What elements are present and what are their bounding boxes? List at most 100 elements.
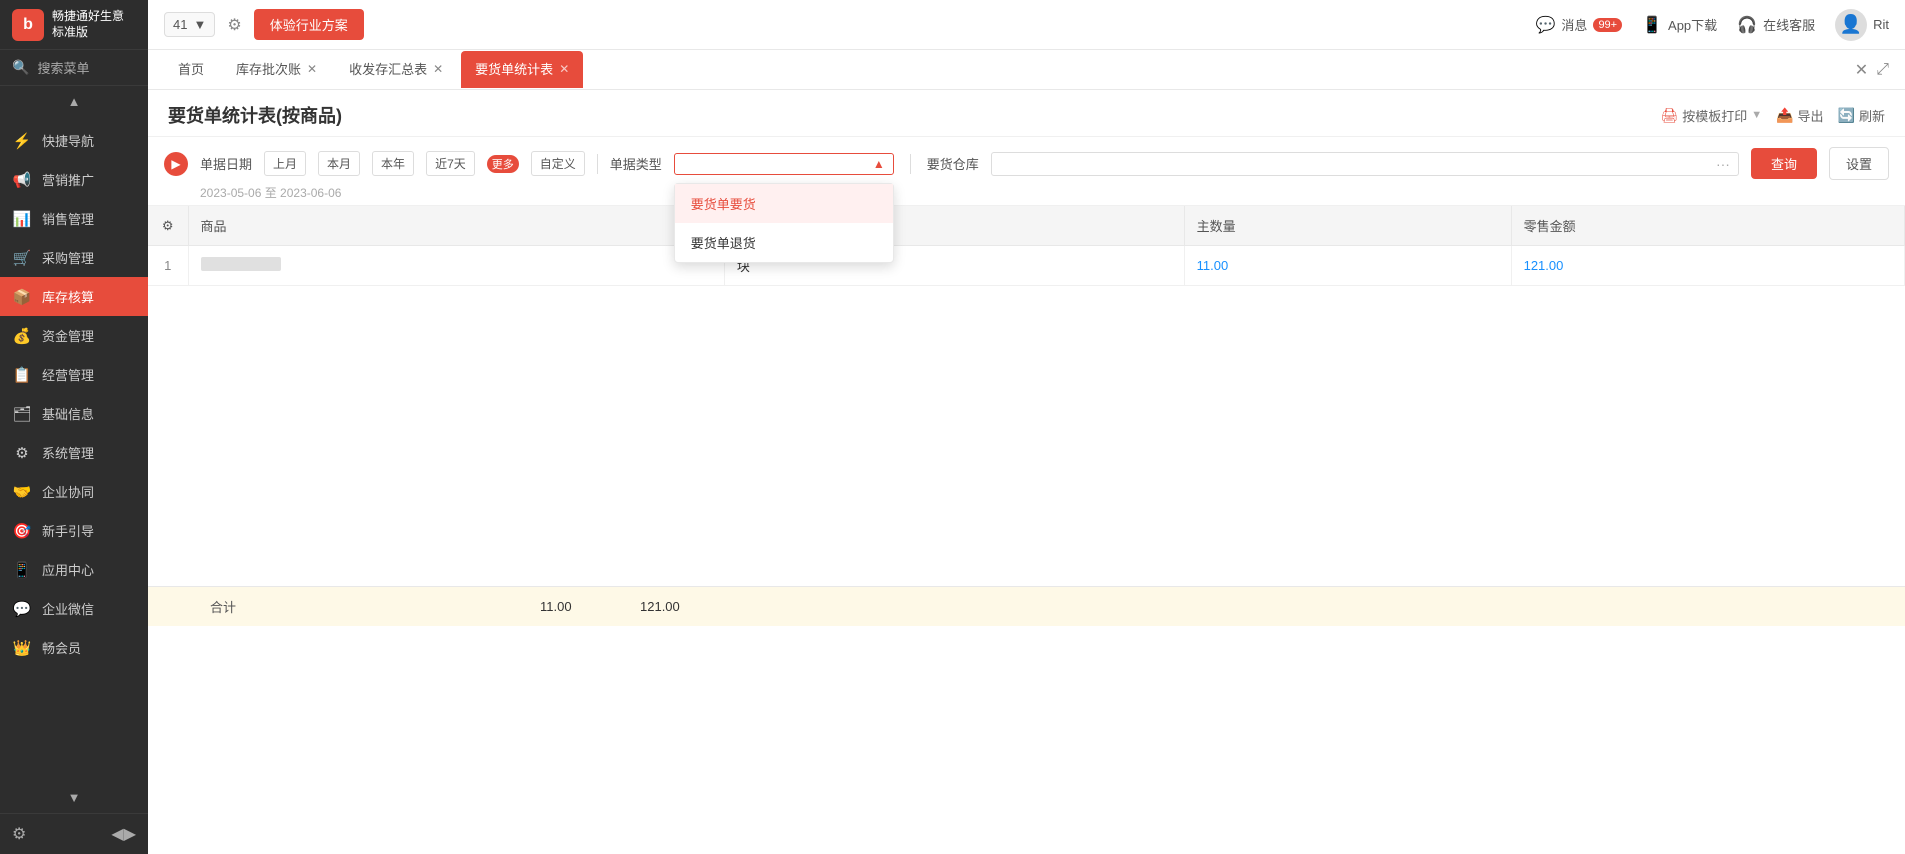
nav-label: 经营管理 xyxy=(42,365,94,384)
sidebar-item-finance[interactable]: 💰 资金管理 xyxy=(0,316,148,355)
date-custom-btn[interactable]: 自定义 xyxy=(531,151,585,176)
search-label: 搜索菜单 xyxy=(37,58,89,77)
system-icon: ⚙ xyxy=(12,444,32,462)
tab-home[interactable]: 首页 xyxy=(164,51,218,88)
date-7days-btn[interactable]: 近7天 xyxy=(426,151,475,176)
filter-divider2 xyxy=(910,154,911,174)
col-settings-icon: ⚙ xyxy=(162,218,174,233)
wechat-icon: 💬 xyxy=(12,600,32,618)
sidebar-search[interactable]: 🔍 搜索菜单 xyxy=(0,50,148,86)
nav-label: 企业微信 xyxy=(42,599,94,618)
company-select-value: 41 xyxy=(173,17,187,32)
sidebar-scroll-down-area: ▼ xyxy=(0,782,148,813)
sidebar-item-inventory[interactable]: 📦 库存核算 xyxy=(0,277,148,316)
tab-order-stats[interactable]: 要货单统计表 ✕ xyxy=(461,51,583,88)
sidebar-item-sales[interactable]: 📊 销售管理 xyxy=(0,199,148,238)
warehouse-filter-input[interactable]: ··· xyxy=(991,152,1739,176)
refresh-action[interactable]: 🔄 刷新 xyxy=(1838,106,1885,125)
inventory-icon: 📦 xyxy=(12,288,32,306)
sidebar-item-basic[interactable]: 🗂 基础信息 xyxy=(0,394,148,433)
sidebar-item-guide[interactable]: 🎯 新手引导 xyxy=(0,511,148,550)
filter-expand-btn[interactable]: ▶ xyxy=(164,152,188,176)
tab-order-close[interactable]: ✕ xyxy=(559,62,569,76)
col-settings-header[interactable]: ⚙ xyxy=(148,206,188,246)
filter-settings-btn[interactable]: 设置 xyxy=(1829,147,1889,180)
date-this-year-btn[interactable]: 本年 xyxy=(372,151,414,176)
close-window-btn[interactable]: ✕ xyxy=(1855,60,1868,80)
sidebar-item-wechat[interactable]: 💬 企业微信 xyxy=(0,589,148,628)
settings-icon[interactable]: ⚙ xyxy=(12,824,26,844)
purchase-icon: 🛒 xyxy=(12,249,32,267)
user-profile[interactable]: 👤 Rit xyxy=(1835,9,1889,41)
footer-amount: 121.00 xyxy=(640,599,740,614)
page-header: 要货单统计表(按商品) 🖨 按模板打印 ▼ 📤 导出 🔄 刷新 xyxy=(148,90,1905,137)
sidebar-item-purchase[interactable]: 🛒 采购管理 xyxy=(0,238,148,277)
sidebar-item-system[interactable]: ⚙ 系统管理 xyxy=(0,433,148,472)
more-badge: 更多 xyxy=(487,155,519,173)
sidebar-header: b 畅捷通好生意 标准版 xyxy=(0,0,148,50)
row-product xyxy=(188,246,724,286)
app-title: 畅捷通好生意 标准版 xyxy=(52,9,124,40)
export-action[interactable]: 📤 导出 xyxy=(1776,106,1823,125)
notification-badge: 99+ xyxy=(1593,18,1622,32)
company-select[interactable]: 41 ▼ xyxy=(164,12,215,37)
sidebar-footer: ⚙ ◀▶ xyxy=(0,813,148,854)
nav-label: 畅会员 xyxy=(42,638,81,657)
customer-service-label: 在线客服 xyxy=(1763,15,1815,34)
sidebar-item-cooperation[interactable]: 🤝 企业协同 xyxy=(0,472,148,511)
type-filter-wrapper: ▲ 要货单要货 要货单退货 xyxy=(674,153,894,175)
notifications-action[interactable]: 💬 消息 99+ xyxy=(1536,15,1623,35)
marketing-icon: 📢 xyxy=(12,171,32,189)
scroll-down-btn[interactable]: ▼ xyxy=(68,786,81,809)
nav-label: 销售管理 xyxy=(42,209,94,228)
tab-home-label: 首页 xyxy=(178,59,204,78)
col-quantity-header: 主数量 xyxy=(1184,206,1511,246)
scroll-up-btn[interactable]: ▲ xyxy=(68,90,81,113)
type-filter-arrow[interactable]: ▲ xyxy=(873,157,885,171)
headset-icon: 🎧 xyxy=(1737,15,1757,35)
tabs-right: ✕ ⤢ xyxy=(1855,60,1889,80)
warehouse-input-field[interactable] xyxy=(1000,156,1716,171)
dropdown-item-order[interactable]: 要货单要货 xyxy=(675,184,893,223)
warehouse-dots-icon[interactable]: ··· xyxy=(1716,156,1730,172)
topbar-right: 💬 消息 99+ 📱 App下载 🎧 在线客服 👤 Rit xyxy=(1536,9,1890,41)
nav-label: 营销推广 xyxy=(42,170,94,189)
print-action[interactable]: 🖨 按模板打印 ▼ xyxy=(1660,106,1762,125)
sidebar-item-appstore[interactable]: 📱 应用中心 xyxy=(0,550,148,589)
sidebar-item-marketing[interactable]: 📢 营销推广 xyxy=(0,160,148,199)
table-header-row: ⚙ 商品 主计量单位 主数量 零 xyxy=(148,206,1905,246)
tab-batch[interactable]: 库存批次账 ✕ xyxy=(222,51,331,88)
dropdown-item-return[interactable]: 要货单退货 xyxy=(675,223,893,262)
user-avatar: 👤 xyxy=(1835,9,1867,41)
sidebar-item-operations[interactable]: 📋 经营管理 xyxy=(0,355,148,394)
app-download-action[interactable]: 📱 App下载 xyxy=(1642,15,1717,35)
export-icon: 📤 xyxy=(1776,107,1793,124)
expand-window-btn[interactable]: ⤢ xyxy=(1876,61,1889,79)
sidebar-item-quick-nav[interactable]: ⚡ 快捷导航 xyxy=(0,121,148,160)
message-icon: 💬 xyxy=(1536,15,1556,35)
topbar-gear-icon[interactable]: ⚙ xyxy=(227,15,241,35)
tab-batch-close[interactable]: ✕ xyxy=(307,62,317,76)
type-filter-input[interactable]: ▲ xyxy=(674,153,894,175)
sidebar: b 畅捷通好生意 标准版 🔍 搜索菜单 ▲ ⚡ 快捷导航 📢 营销推广 📊 销售… xyxy=(0,0,148,854)
row-index: 1 xyxy=(148,246,188,286)
guide-icon: 🎯 xyxy=(12,522,32,540)
tab-receive-close[interactable]: ✕ xyxy=(433,62,443,76)
customer-service-action[interactable]: 🎧 在线客服 xyxy=(1737,15,1815,35)
query-btn[interactable]: 查询 xyxy=(1751,148,1817,179)
date-last-month-btn[interactable]: 上月 xyxy=(264,151,306,176)
industry-btn[interactable]: 体验行业方案 xyxy=(254,9,364,40)
date-range-text: 2023-05-06 至 2023-06-06 xyxy=(164,184,1889,201)
page-header-actions: 🖨 按模板打印 ▼ 📤 导出 🔄 刷新 xyxy=(1660,106,1885,125)
collapse-icon[interactable]: ◀▶ xyxy=(111,824,136,844)
filter-divider xyxy=(597,154,598,174)
page-inner: 要货单统计表(按商品) 🖨 按模板打印 ▼ 📤 导出 🔄 刷新 xyxy=(148,90,1905,854)
type-dropdown: 要货单要货 要货单退货 xyxy=(674,183,894,263)
tab-receive-summary[interactable]: 收发存汇总表 ✕ xyxy=(335,51,457,88)
date-this-month-btn[interactable]: 本月 xyxy=(318,151,360,176)
phone-icon: 📱 xyxy=(1642,15,1662,35)
sidebar-item-member[interactable]: 👑 畅会员 xyxy=(0,628,148,667)
nav-label: 系统管理 xyxy=(42,443,94,462)
finance-icon: 💰 xyxy=(12,327,32,345)
warehouse-filter-label: 要货仓库 xyxy=(927,154,979,173)
